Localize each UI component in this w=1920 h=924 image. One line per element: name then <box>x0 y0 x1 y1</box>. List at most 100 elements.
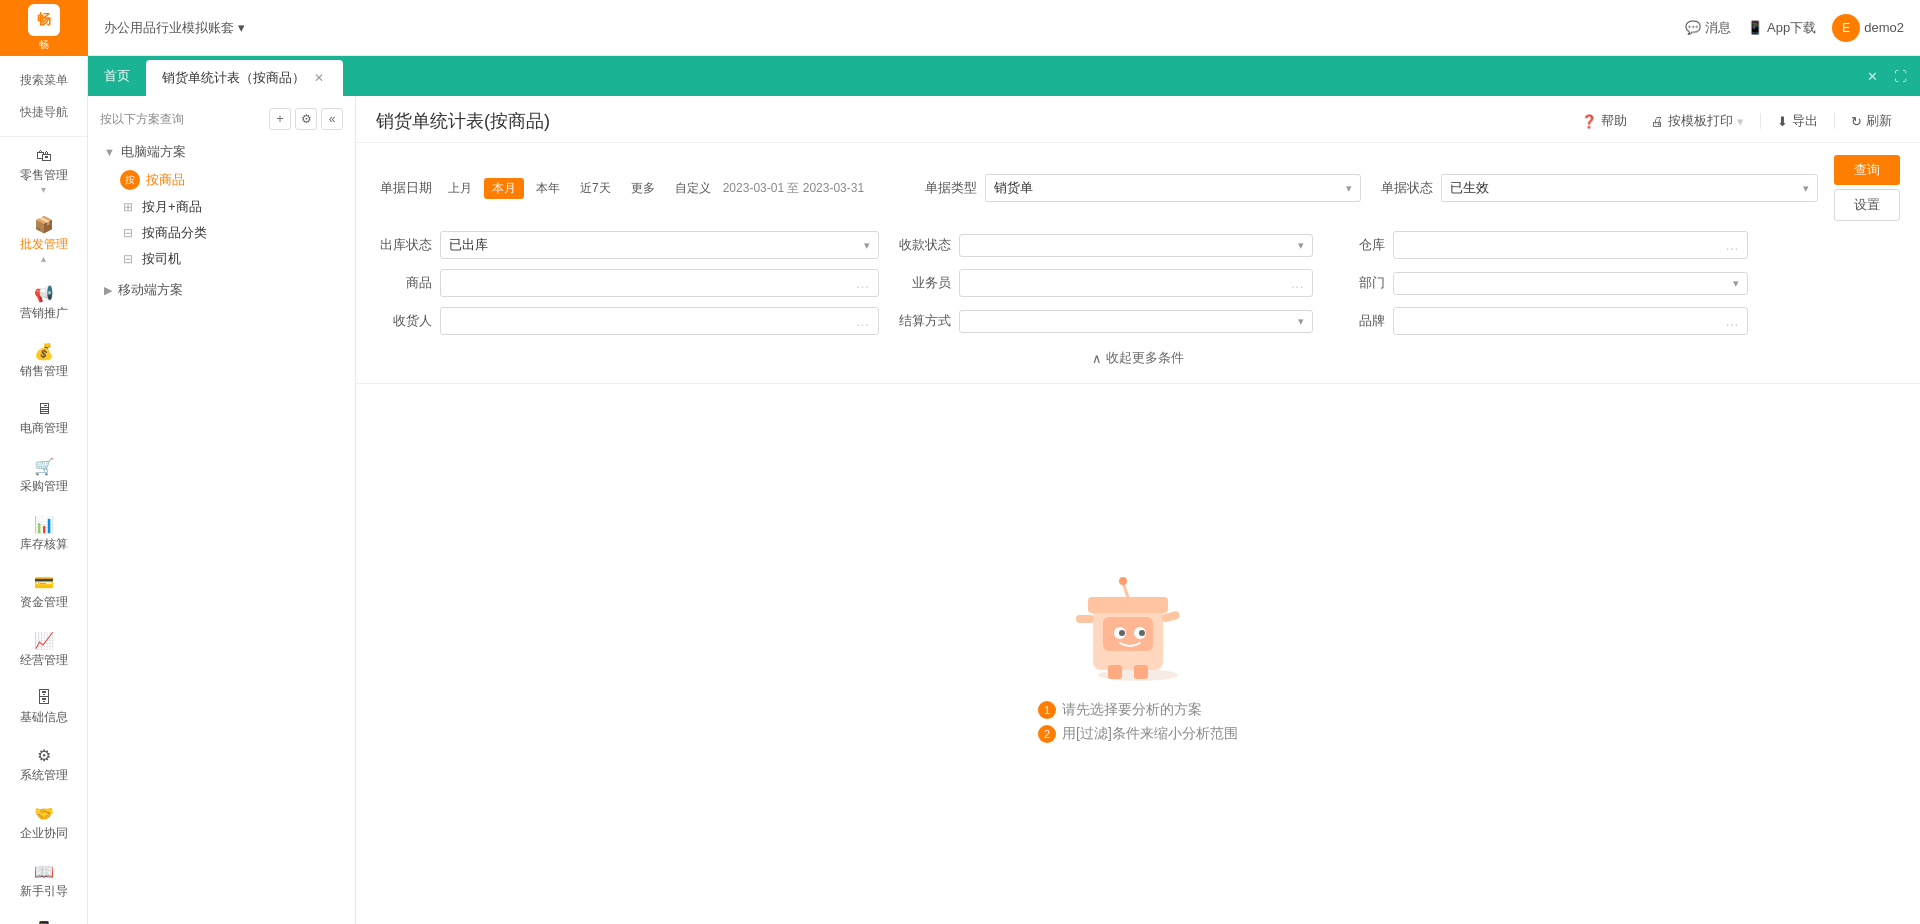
print-btn[interactable]: 🖨 按模板打印 ▾ <box>1643 108 1752 134</box>
sub-icon3: ⊟ <box>120 251 136 267</box>
sidebar-item-marketing[interactable]: 📢 营销推广 <box>8 276 80 330</box>
sidebar-item-basic[interactable]: 🗄 基础信息 <box>8 681 80 734</box>
export-btn[interactable]: ⬇ 导出 <box>1769 108 1826 134</box>
department-select[interactable]: ▾ <box>1393 272 1748 295</box>
inventory-icon: 📊 <box>34 515 54 534</box>
bill-type-select[interactable]: 销货单 ▾ <box>985 174 1362 202</box>
query-btn[interactable]: 查询 <box>1834 155 1900 185</box>
filter-bill-type: 单据类型 销货单 ▾ <box>921 174 1362 202</box>
sidebar-item-purchase[interactable]: 🛒 采购管理 <box>8 449 80 503</box>
tree-item-by-category[interactable]: ⊟ 按商品分类 <box>112 220 347 246</box>
maximize-btn[interactable]: ⛶ <box>1888 64 1912 88</box>
finance-icon: 💳 <box>34 573 54 592</box>
operation-icon: 📈 <box>34 631 54 650</box>
step-1-num: 1 <box>1038 701 1056 719</box>
warehouse-input[interactable]: … <box>1393 231 1748 259</box>
this-month-btn[interactable]: 本月 <box>484 178 524 199</box>
sidebar-nav: 🛍 零售管理 ▾ 📦 批发管理 ▴ 📢 营销推广 💰 销售管理 🖥 电商管理 🛒… <box>0 137 87 924</box>
page-header-actions: ❓ 帮助 🖨 按模板打印 ▾ ⬇ 导出 ↻ <box>1573 108 1900 134</box>
tabbar-actions: ✕ ⛶ <box>1852 64 1920 88</box>
product-dots: … <box>856 275 870 291</box>
tree-pc-group[interactable]: ▼ 电脑端方案 <box>96 138 347 166</box>
this-year-btn[interactable]: 本年 <box>528 178 568 199</box>
sidebar-logo[interactable]: 畅 畅 <box>0 0 88 56</box>
sidebar-item-inventory[interactable]: 📊 库存核算 <box>8 507 80 561</box>
last-7-btn[interactable]: 近7天 <box>572 178 619 199</box>
brand-input[interactable]: … <box>1393 307 1748 335</box>
salesperson-input[interactable]: … <box>959 269 1314 297</box>
sidebar-item-wholesale[interactable]: 📦 批发管理 ▴ <box>8 207 80 272</box>
tree-item-by-driver[interactable]: ⊟ 按司机 <box>112 246 347 272</box>
out-status-label: 出库状态 <box>376 236 432 254</box>
refresh-btn[interactable]: ↻ 刷新 <box>1843 108 1900 134</box>
tab-sales-stat[interactable]: 销货单统计表（按商品） ✕ <box>146 60 343 96</box>
custom-btn[interactable]: 自定义 <box>667 178 719 199</box>
add-scheme-btn[interactable]: + <box>269 108 291 130</box>
empty-text: 1 请先选择要分析的方案 2 用[过滤]条件来缩小分析范围 <box>1038 701 1238 743</box>
receipt-arrow: ▾ <box>1298 239 1304 252</box>
user-profile-btn[interactable]: E demo2 <box>1832 14 1904 42</box>
out-status-select[interactable]: 已出库 ▾ <box>440 231 879 259</box>
topbar-left: 办公用品行业模拟账套 ▾ <box>104 19 245 37</box>
breadcrumb-text: 办公用品行业模拟账套 <box>104 19 234 37</box>
tab-close-btn[interactable]: ✕ <box>311 70 327 86</box>
filter-payment: 结算方式 ▾ <box>895 310 1314 333</box>
product-input[interactable]: … <box>440 269 879 297</box>
logo-icon: 畅 <box>28 4 60 36</box>
salesperson-label: 业务员 <box>895 274 951 292</box>
settings-scheme-btn[interactable]: ⚙ <box>295 108 317 130</box>
sidebar-item-enterprise[interactable]: 🤝 企业协同 <box>8 796 80 850</box>
tree-mobile-group[interactable]: ▶ 移动端方案 <box>96 276 347 304</box>
app-download-btn[interactable]: 📱 App下载 <box>1747 19 1816 37</box>
sidebar-item-operation[interactable]: 📈 经营管理 <box>8 623 80 677</box>
left-panel-actions: + ⚙ « <box>269 108 343 130</box>
receipt-status-select[interactable]: ▾ <box>959 234 1314 257</box>
payment-select[interactable]: ▾ <box>959 310 1314 333</box>
receiver-label: 收货人 <box>376 312 432 330</box>
refresh-icon: ↻ <box>1851 114 1862 129</box>
filter-brand: 品牌 … <box>1329 307 1748 335</box>
wholesale-icon: 📦 <box>34 215 54 234</box>
last-month-btn[interactable]: 上月 <box>440 178 480 199</box>
sidebar-item-ecommerce[interactable]: 🖥 电商管理 <box>8 392 80 445</box>
message-btn[interactable]: 💬 消息 <box>1685 19 1731 37</box>
query-actions: 查询 设置 <box>1834 155 1900 221</box>
marketing-icon: 📢 <box>34 284 54 303</box>
svg-point-7 <box>1139 630 1145 636</box>
chevron-up-icon: ▴ <box>41 253 46 264</box>
tab-home[interactable]: 首页 <box>88 56 146 96</box>
help-btn[interactable]: ❓ 帮助 <box>1573 108 1635 134</box>
content-area: 按以下方案查询 + ⚙ « ▼ 电脑端方案 按 按商品 ⊞ 按月+ <box>88 96 1920 924</box>
sidebar-item-finance[interactable]: 💳 资金管理 <box>8 565 80 619</box>
payment-label: 结算方式 <box>895 312 951 330</box>
tree-item-by-month-product[interactable]: ⊞ 按月+商品 <box>112 194 347 220</box>
help-icon: ❓ <box>1581 114 1597 129</box>
search-menu-item[interactable]: 搜索菜单 <box>8 64 80 96</box>
tree-item-by-product[interactable]: 按 按商品 <box>112 166 347 194</box>
shortcut-nav-item[interactable]: 快捷导航 <box>8 96 80 128</box>
sidebar-item-retail[interactable]: 🛍 零售管理 ▾ <box>8 139 80 203</box>
left-panel: 按以下方案查询 + ⚙ « ▼ 电脑端方案 按 按商品 ⊞ 按月+ <box>88 96 356 924</box>
warehouse-label: 仓库 <box>1329 236 1385 254</box>
status-arrow-icon: ▾ <box>1803 182 1809 195</box>
breadcrumb-dropdown[interactable]: 办公用品行业模拟账套 ▾ <box>104 19 245 37</box>
filter-out-status: 出库状态 已出库 ▾ <box>376 231 879 259</box>
svg-line-12 <box>1123 583 1128 597</box>
sidebar-item-system[interactable]: ⚙ 系统管理 <box>8 738 80 792</box>
close-all-tabs-btn[interactable]: ✕ <box>1860 64 1884 88</box>
sidebar-item-sales[interactable]: 💰 销售管理 <box>8 334 80 388</box>
filter-salesperson: 业务员 … <box>895 269 1314 297</box>
salesperson-dots: … <box>1290 275 1304 291</box>
sidebar-item-appcenter[interactable]: 📱 应用中心 <box>8 912 80 924</box>
sidebar-item-guide[interactable]: 📖 新手引导 <box>8 854 80 908</box>
date-control: 上月 本月 本年 近7天 更多 自定义 2023-03-01 至 2023-03… <box>440 178 905 199</box>
receiver-input[interactable]: … <box>440 307 879 335</box>
maximize-icon: ⛶ <box>1894 69 1907 84</box>
bill-status-select[interactable]: 已生效 ▾ <box>1441 174 1818 202</box>
empty-state: 1 请先选择要分析的方案 2 用[过滤]条件来缩小分析范围 <box>356 384 1920 924</box>
settings-btn[interactable]: 设置 <box>1834 189 1900 221</box>
more-btn[interactable]: 更多 <box>623 178 663 199</box>
filter-collapse-btn[interactable]: ∧ 收起更多条件 <box>376 345 1900 371</box>
svg-point-6 <box>1119 630 1125 636</box>
collapse-panel-btn[interactable]: « <box>321 108 343 130</box>
